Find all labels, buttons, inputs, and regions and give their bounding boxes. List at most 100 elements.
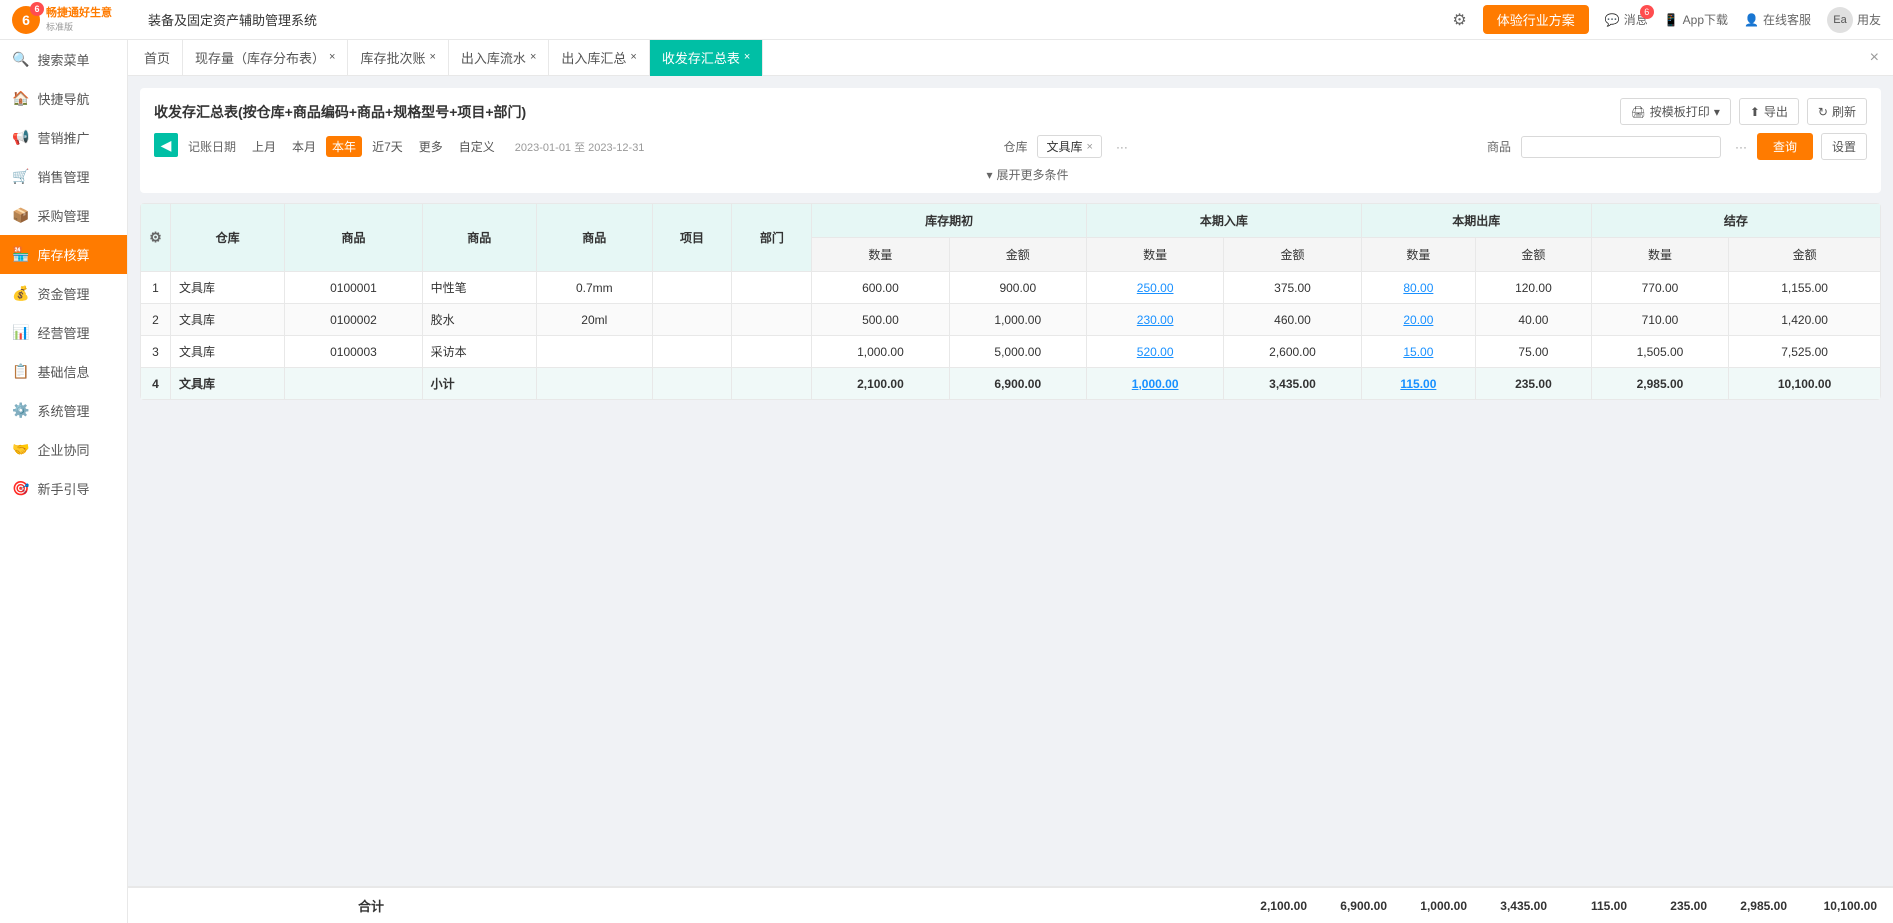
service-item[interactable]: 👤 在线客服 [1744,11,1811,28]
expand-button[interactable]: ▾ 展开更多条件 [986,166,1068,183]
sidebar: 🔍 搜索菜单 🏠 快捷导航 📢 营销推广 🛒 销售管理 📦 采购管理 🏪 [0,40,128,923]
refresh-button[interactable]: ↻ 刷新 [1807,98,1867,125]
sidebar-item-marketing[interactable]: 📢 营销推广 [0,118,127,157]
date-btn-this-year[interactable]: 本年 [326,136,362,157]
footer-bal-amt: 10,100.00 [1787,899,1877,913]
tab-summary-close[interactable]: × [630,52,636,63]
row3-bal-amt: 7,525.00 [1729,336,1881,368]
logo-area: 6 6 畅捷通好生意 标准版 [12,6,140,34]
purchase-icon: 📦 [12,207,29,224]
row3-name: 采访本 [422,336,536,368]
gear-button[interactable]: ⚙ [1452,10,1466,30]
sidebar-item-operations[interactable]: 📊 经营管理 [0,313,127,352]
app-label: App下载 [1683,11,1728,28]
sidebar-item-system[interactable]: ⚙️ 系统管理 [0,391,127,430]
date-btn-this-month[interactable]: 本月 [286,136,322,157]
sidebar-label-basic: 基础信息 [37,362,89,381]
table-settings-icon[interactable]: ⚙ [149,229,162,245]
row3-open-amt: 5,000.00 [949,336,1086,368]
warehouse-tag-close[interactable]: × [1087,141,1093,153]
date-btn-custom[interactable]: 自定义 [453,136,501,157]
sidebar-item-inventory[interactable]: 🏪 库存核算 [0,235,127,274]
sidebar-item-collab[interactable]: 🤝 企业协同 [0,430,127,469]
sales-icon: 🛒 [12,168,29,185]
tab-inventory-dist[interactable]: 现存量（库存分布表） × [183,40,348,76]
row2-in-qty[interactable]: 230.00 [1086,304,1223,336]
tab-inventory-dist-close[interactable]: × [329,52,335,63]
row2-out-amt: 40.00 [1476,304,1592,336]
date-btn-last-month[interactable]: 上月 [246,136,282,157]
system-title: 装备及固定资产辅助管理系统 [148,10,1444,29]
row2-out-qty[interactable]: 20.00 [1361,304,1475,336]
row2-bal-qty: 710.00 [1591,304,1728,336]
row1-bal-qty: 770.00 [1591,272,1728,304]
sidebar-item-search[interactable]: 🔍 搜索菜单 [0,40,127,79]
date-btn-7days[interactable]: 近7天 [366,136,409,157]
tab-batch-close[interactable]: × [429,52,435,63]
row4-in-qty[interactable]: 1,000.00 [1086,368,1223,400]
date-btn-more[interactable]: 更多 [413,136,449,157]
basic-icon: 📋 [12,363,29,380]
sidebar-item-sales[interactable]: 🛒 销售管理 [0,157,127,196]
notice-item[interactable]: 💬 消息 6 [1605,11,1648,28]
sidebar-label-inventory: 库存核算 [37,245,89,264]
sidebar-label-operations: 经营管理 [37,323,89,342]
table-row: 1 文具库 0100001 中性笔 0.7mm 600.00 900.00 25… [141,272,1881,304]
tab-close-all[interactable]: × [1860,49,1889,67]
sidebar-item-nav[interactable]: 🏠 快捷导航 [0,79,127,118]
tab-recv-send[interactable]: 收发存汇总表 × [650,40,763,76]
product-input[interactable] [1521,136,1721,158]
row2-bal-amt: 1,420.00 [1729,304,1881,336]
sidebar-label-search: 搜索菜单 [37,50,89,69]
footer-out-qty: 115.00 [1547,899,1627,913]
row1-out-amt: 120.00 [1476,272,1592,304]
notice-icon: 💬 [1605,13,1620,27]
col-in-amt-header: 金额 [1224,238,1361,272]
filter-row-date: 记账日期 上月 本月 本年 近7天 更多 自定义 2023-01-01 至 20… [188,133,1867,160]
tab-summary[interactable]: 出入库汇总 × [549,40,649,76]
row4-out-qty[interactable]: 115.00 [1361,368,1475,400]
tab-flow[interactable]: 出入库流水 × [449,40,549,76]
row4-name: 小计 [422,368,536,400]
sidebar-item-purchase[interactable]: 📦 采购管理 [0,196,127,235]
service-label: 在线客服 [1763,11,1811,28]
tab-recv-send-close[interactable]: × [744,52,750,63]
footer-open-amt: 6,900.00 [1307,899,1387,913]
app-icon: 📱 [1664,13,1679,27]
sidebar-item-guide[interactable]: 🎯 新手引导 [0,469,127,508]
row3-out-qty[interactable]: 15.00 [1361,336,1475,368]
tab-batch[interactable]: 库存批次账 × [348,40,448,76]
col-out-qty-header: 数量 [1361,238,1475,272]
user-name: 用友 [1857,11,1881,28]
tab-flow-close[interactable]: × [530,52,536,63]
sidebar-label-purchase: 采购管理 [37,206,89,225]
trial-button[interactable]: 体验行业方案 [1483,5,1589,34]
sidebar-item-basic[interactable]: 📋 基础信息 [0,352,127,391]
user-item[interactable]: Ea 用友 [1827,7,1881,33]
row3-in-qty[interactable]: 520.00 [1086,336,1223,368]
product-more[interactable]: ··· [1735,140,1747,154]
query-button[interactable]: 查询 [1757,133,1813,160]
set-button[interactable]: 设置 [1821,133,1867,160]
notice-badge: 6 [1640,5,1654,19]
row1-open-amt: 900.00 [949,272,1086,304]
row1-spec: 0.7mm [536,272,652,304]
tab-home[interactable]: 首页 [132,40,183,76]
user-avatar: Ea [1827,7,1853,33]
print-button[interactable]: 🖨 按模板打印 ▾ [1620,98,1731,125]
row4-bal-amt: 10,100.00 [1729,368,1881,400]
app-download-item[interactable]: 📱 App下载 [1664,11,1728,28]
sidebar-label-system: 系统管理 [37,401,89,420]
row1-out-qty[interactable]: 80.00 [1361,272,1475,304]
export-button[interactable]: ⬆ 导出 [1739,98,1799,125]
sidebar-item-finance[interactable]: 💰 资金管理 [0,274,127,313]
row1-in-qty[interactable]: 250.00 [1086,272,1223,304]
filter-toggle[interactable]: ◀ [154,133,178,157]
row2-warehouse: 文具库 [171,304,285,336]
row3-bal-qty: 1,505.00 [1591,336,1728,368]
page-content: 收发存汇总表(按仓库+商品编码+商品+规格型号+项目+部门) 🖨 按模板打印 ▾… [128,76,1893,886]
warehouse-more[interactable]: ··· [1116,140,1128,154]
warehouse-value: 文具库 [1046,138,1082,155]
service-icon: 👤 [1744,13,1759,27]
row1-warehouse: 文具库 [171,272,285,304]
